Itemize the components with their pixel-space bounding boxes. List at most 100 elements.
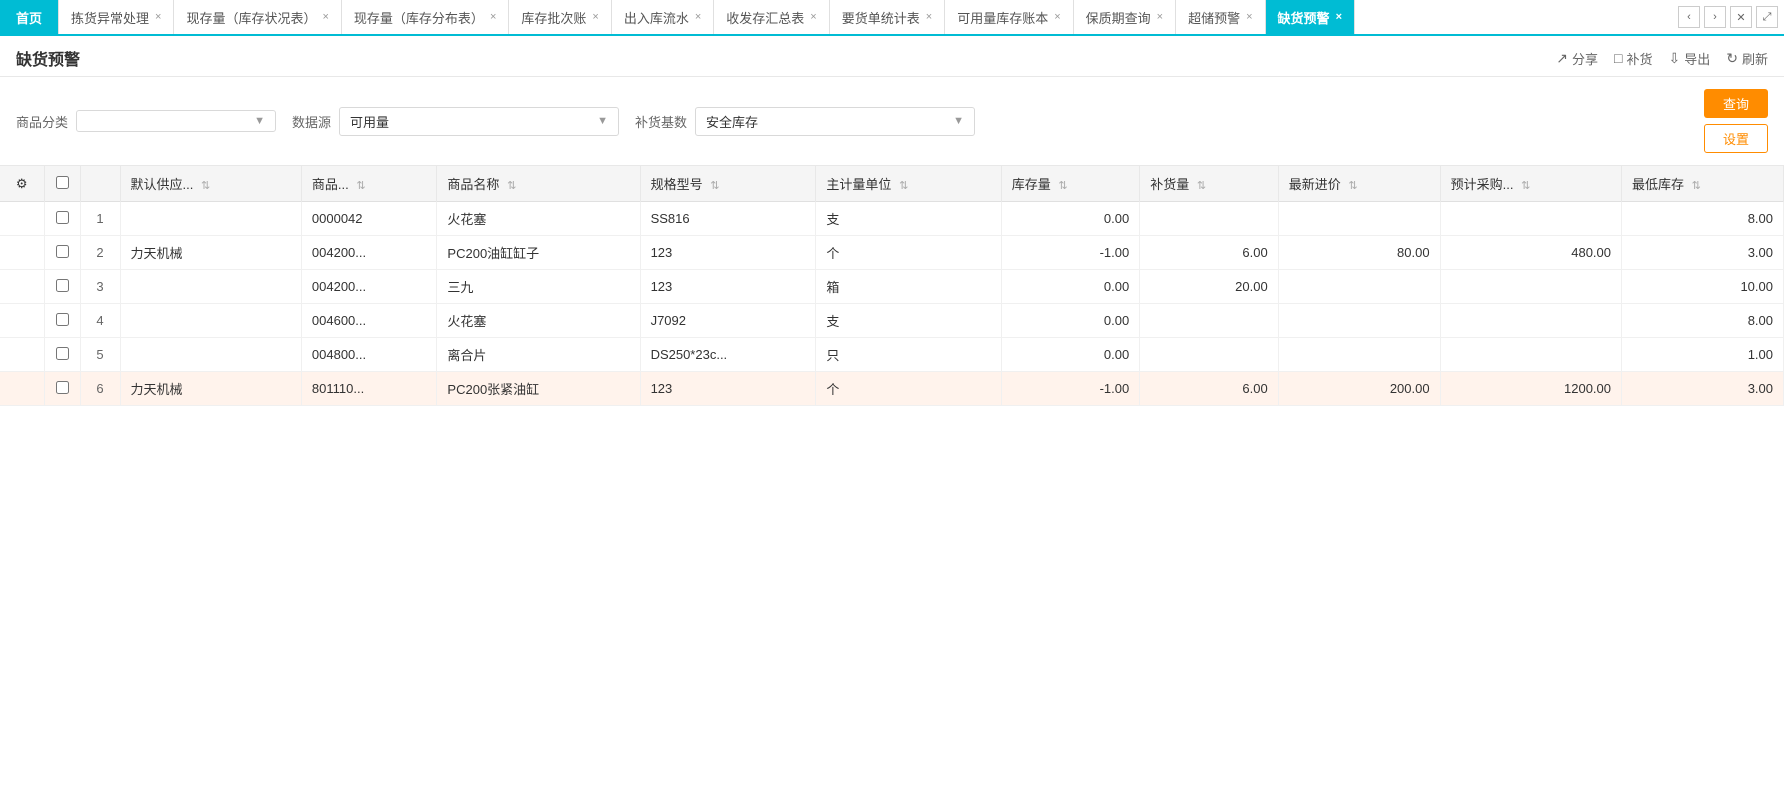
category-select[interactable]: ▼ [76,110,276,132]
tab-exception-close[interactable]: × [155,11,161,23]
tab-shortage-warn-close[interactable]: × [1336,11,1342,23]
row-checkbox[interactable] [56,211,69,224]
sort-stock-icon[interactable]: ⇅ [1058,180,1067,192]
tab-shortage-warn[interactable]: 缺货预警 × [1266,0,1355,34]
tab-close-all-button[interactable]: ✕ [1730,6,1752,28]
tab-inventory-dist[interactable]: 现存量（库存分布表） × [342,0,509,34]
sort-spec-icon[interactable]: ⇅ [710,180,719,192]
datasource-select[interactable]: 可用量 ▼ [339,107,619,136]
tab-bar: 首页 拣货异常处理 × 现存量（库存状况表） × 现存量（库存分布表） × 库存… [0,0,1784,36]
tab-next-button[interactable]: › [1704,6,1726,28]
row-stock: 0.00 [1001,270,1139,304]
tab-inventory-status-close[interactable]: × [322,11,328,23]
settings-button[interactable]: 设置 [1704,124,1768,153]
tab-overstock-warn-close[interactable]: × [1246,11,1252,23]
sort-code-icon[interactable]: ⇅ [356,180,365,192]
tab-receive-summary-close[interactable]: × [810,11,816,23]
tab-inout-flow-close[interactable]: × [695,11,701,23]
export-icon: ⇩ [1669,50,1681,67]
page-title: 缺货预警 [16,46,80,70]
row-product-code: 801110... [301,372,437,406]
tab-nav-buttons: ‹ › ✕ ⤢ [1672,6,1784,28]
replenish-basis-select[interactable]: 安全库存 ▼ [695,107,975,136]
sort-unit-icon[interactable]: ⇅ [899,180,908,192]
row-gear-cell [0,270,44,304]
tab-purchase-stat[interactable]: 要货单统计表 × [830,0,945,34]
refresh-button[interactable]: ↻ 刷新 [1726,49,1768,68]
gear-settings-icon[interactable]: ⚙ [16,176,28,191]
row-checkbox[interactable] [56,347,69,360]
row-checkbox[interactable] [56,245,69,258]
th-checkbox [44,166,80,202]
export-button[interactable]: ⇩ 导出 [1669,49,1711,68]
table-body: 1 0000042 火花塞 SS816 支 0.00 8.00 2 力天机械 0… [0,202,1784,406]
row-min-stock: 3.00 [1622,236,1784,270]
row-checkbox[interactable] [56,279,69,292]
th-latest-price-label: 最新进价 [1289,177,1341,192]
row-unit: 支 [816,202,1001,236]
tab-available-ledger-label: 可用量库存账本 [957,8,1048,27]
tab-inventory-dist-close[interactable]: × [490,11,496,23]
sort-replenish-icon[interactable]: ⇅ [1197,180,1206,192]
sort-min-stock-icon[interactable]: ⇅ [1692,180,1701,192]
tab-batch-account-close[interactable]: × [592,11,598,23]
tab-exception[interactable]: 拣货异常处理 × [59,0,174,34]
sort-price-icon[interactable]: ⇅ [1348,180,1357,192]
tab-home[interactable]: 首页 [0,0,59,34]
tab-prev-button[interactable]: ‹ [1678,6,1700,28]
tab-batch-account-label: 库存批次账 [521,8,586,27]
tab-inventory-status[interactable]: 现存量（库存状况表） × [174,0,341,34]
row-product-name: 离合片 [437,338,640,372]
row-replenish-qty: 6.00 [1140,236,1278,270]
row-checkbox[interactable] [56,313,69,326]
row-min-stock: 1.00 [1622,338,1784,372]
th-default-supplier: 默认供应... ⇅ [120,166,301,202]
th-unit-label: 主计量单位 [826,177,891,192]
table-row: 2 力天机械 004200... PC200油缸缸子 123 个 -1.00 6… [0,236,1784,270]
row-checkbox[interactable] [56,381,69,394]
row-checkbox-cell [44,236,80,270]
tab-overstock-warn[interactable]: 超储预警 × [1176,0,1265,34]
tab-inout-flow[interactable]: 出入库流水 × [612,0,714,34]
select-all-checkbox[interactable] [56,176,69,189]
row-gear-cell [0,338,44,372]
sort-supplier-icon[interactable]: ⇅ [201,180,210,192]
row-stock: -1.00 [1001,236,1139,270]
tab-expand-button[interactable]: ⤢ [1756,6,1778,28]
row-product-name: PC200张紧油缸 [437,372,640,406]
refresh-label: 刷新 [1742,49,1768,68]
tab-available-ledger[interactable]: 可用量库存账本 × [945,0,1073,34]
tab-purchase-stat-close[interactable]: × [926,11,932,23]
tab-expiry-query[interactable]: 保质期查询 × [1074,0,1176,34]
row-unit: 只 [816,338,1001,372]
row-min-stock: 8.00 [1622,304,1784,338]
datasource-label: 数据源 [292,112,331,131]
row-product-code: 004800... [301,338,437,372]
replenish-label: 补货 [1626,49,1652,68]
tab-available-ledger-close[interactable]: × [1054,11,1060,23]
row-gear-cell [0,304,44,338]
replenish-button[interactable]: □ 补货 [1614,49,1652,68]
query-button[interactable]: 查询 [1704,89,1768,118]
share-button[interactable]: ↗ 分享 [1556,49,1598,68]
row-replenish-qty: 20.00 [1140,270,1278,304]
data-table: ⚙ 默认供应... ⇅ 商品... ⇅ 商品名称 [0,166,1784,406]
replenish-basis-select-value: 安全库存 [706,112,758,131]
sort-estimated-icon[interactable]: ⇅ [1521,180,1530,192]
tab-batch-account[interactable]: 库存批次账 × [509,0,611,34]
th-spec-label: 规格型号 [651,177,703,192]
sort-name-icon[interactable]: ⇅ [507,180,516,192]
th-stock-label: 库存量 [1012,177,1051,192]
th-gear: ⚙ [0,166,44,202]
row-latest-price [1278,202,1440,236]
category-filter: 商品分类 ▼ [16,110,276,132]
tab-receive-summary[interactable]: 收发存汇总表 × [714,0,829,34]
tab-inventory-status-label: 现存量（库存状况表） [186,8,316,27]
row-supplier [120,202,301,236]
row-gear-cell [0,372,44,406]
tab-expiry-query-label: 保质期查询 [1086,8,1151,27]
row-unit: 个 [816,236,1001,270]
row-gear-cell [0,236,44,270]
tab-home-label: 首页 [16,8,42,27]
tab-expiry-query-close[interactable]: × [1157,11,1163,23]
